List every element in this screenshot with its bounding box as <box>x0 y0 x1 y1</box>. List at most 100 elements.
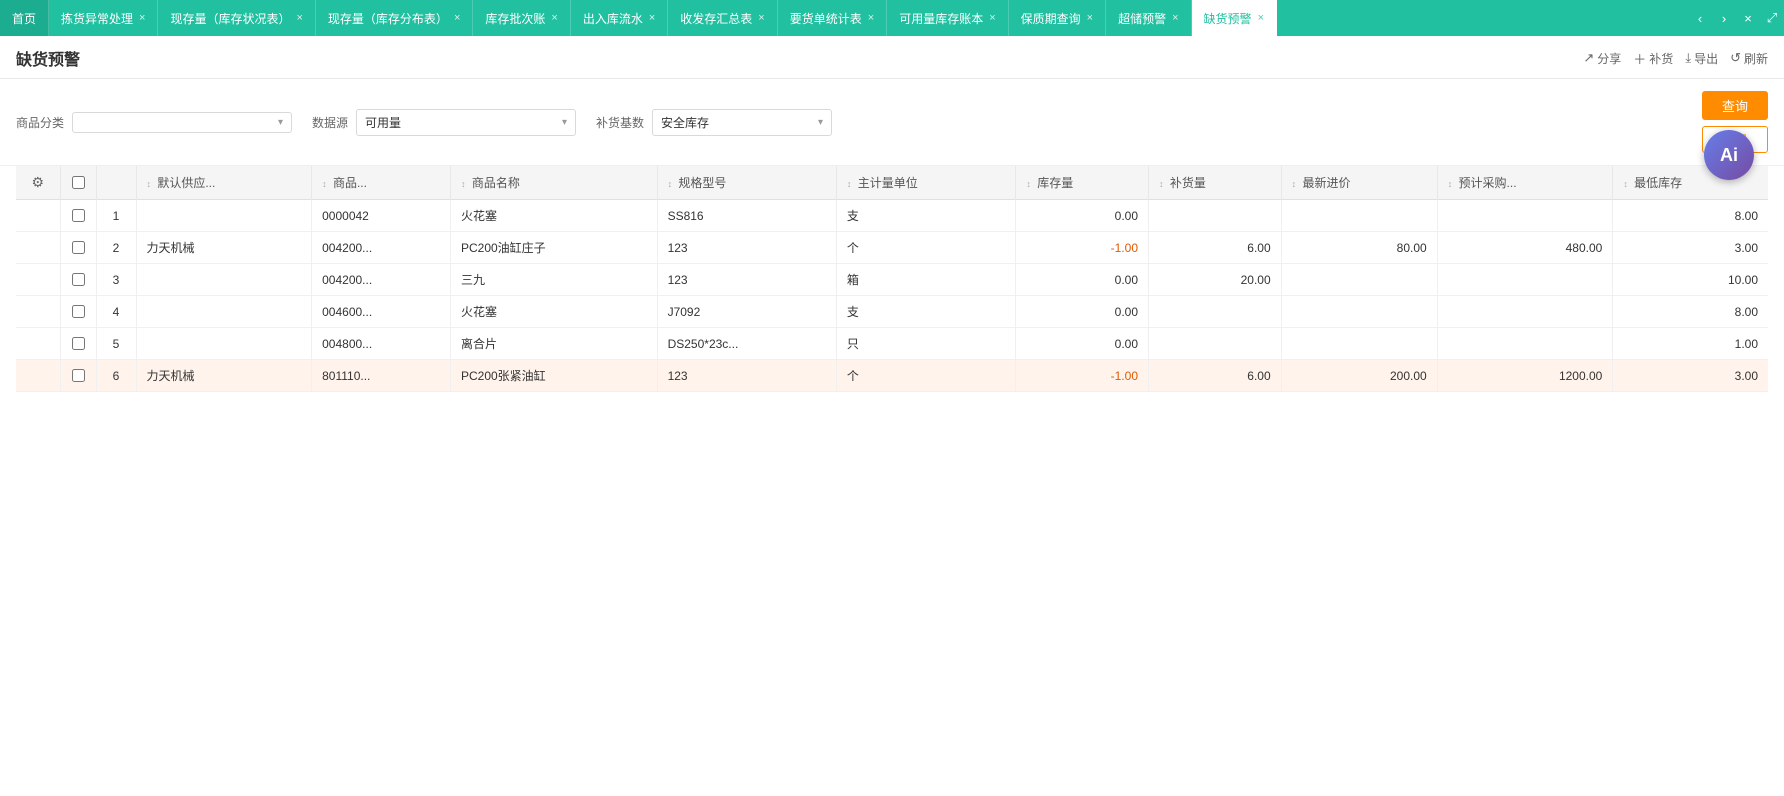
tab-close-inventory-status[interactable]: × <box>296 12 302 24</box>
category-filter-group: 商品分类 ▾ <box>16 112 292 133</box>
query-button[interactable]: 查询 <box>1702 91 1768 120</box>
cell-checkbox-0 <box>60 200 96 232</box>
datasource-filter-label: 数据源 <box>312 114 348 131</box>
cell-settings-5 <box>16 360 60 392</box>
row-checkbox-1[interactable] <box>72 241 85 254</box>
cell-replenish-qty-0 <box>1149 200 1282 232</box>
tab-close-req-stats[interactable]: × <box>868 12 874 24</box>
row-checkbox-3[interactable] <box>72 305 85 318</box>
cell-supplier-2 <box>136 264 312 296</box>
page-content: 缺货预警 ↗ 分享 ＋ 补货 ⤓ 导出 ↺ 刷新 商品分类 <box>0 36 1784 796</box>
col-unit-header[interactable]: 主计量单位 <box>836 166 1016 200</box>
col-spec-header[interactable]: 规格型号 <box>657 166 836 200</box>
cell-supplier-3 <box>136 296 312 328</box>
cell-checkbox-2 <box>60 264 96 296</box>
tab-close-expiry-query[interactable]: × <box>1087 12 1093 24</box>
cell-latest-price-0 <box>1281 200 1437 232</box>
tab-abnormal[interactable]: 拣货异常处理 × <box>49 0 158 36</box>
cell-stock-2: 0.00 <box>1016 264 1149 296</box>
col-supplier-header[interactable]: 默认供应... <box>136 166 312 200</box>
row-checkbox-4[interactable] <box>72 337 85 350</box>
cell-spec-3: J7092 <box>657 296 836 328</box>
tab-fullscreen-btn[interactable]: ⤢ <box>1760 0 1784 36</box>
row-checkbox-5[interactable] <box>72 369 85 382</box>
tab-shortage[interactable]: 缺货预警 × <box>1192 0 1277 36</box>
tab-prev-btn[interactable]: ‹ <box>1688 0 1712 36</box>
tab-recv-summary[interactable]: 收发存汇总表 × <box>668 0 777 36</box>
category-select[interactable]: ▾ <box>72 112 292 133</box>
row-checkbox-2[interactable] <box>72 273 85 286</box>
cell-unit-0: 支 <box>836 200 1016 232</box>
tab-close-available-ledger[interactable]: × <box>989 12 995 24</box>
select-all-checkbox[interactable] <box>72 176 85 189</box>
row-checkbox-0[interactable] <box>72 209 85 222</box>
tab-home[interactable]: 首页 <box>0 0 49 36</box>
cell-goods-code-3: 004600... <box>312 296 451 328</box>
col-replenish-qty-header[interactable]: 补货量 <box>1149 166 1282 200</box>
cell-no-3: 4 <box>96 296 136 328</box>
col-checkbox-header <box>60 166 96 200</box>
cell-est-purchase-0 <box>1437 200 1613 232</box>
cell-latest-price-5: 200.00 <box>1281 360 1437 392</box>
cell-latest-price-2 <box>1281 264 1437 296</box>
tab-close-abnormal[interactable]: × <box>139 12 145 24</box>
cell-no-4: 5 <box>96 328 136 360</box>
col-est-purchase-header[interactable]: 预计采购... <box>1437 166 1613 200</box>
replenish-icon: ＋ <box>1633 49 1646 68</box>
tab-inventory-dist[interactable]: 现存量（库存分布表） × <box>316 0 473 36</box>
cell-est-purchase-3 <box>1437 296 1613 328</box>
cell-min-stock-0: 8.00 <box>1613 200 1768 232</box>
export-icon: ⤓ <box>1685 50 1691 66</box>
cell-settings-0 <box>16 200 60 232</box>
cell-stock-1: -1.00 <box>1016 232 1149 264</box>
col-latest-price-header[interactable]: 最新进价 <box>1281 166 1437 200</box>
cell-settings-3 <box>16 296 60 328</box>
cell-unit-5: 个 <box>836 360 1016 392</box>
cell-est-purchase-2 <box>1437 264 1613 296</box>
tab-req-stats[interactable]: 要货单统计表 × <box>778 0 887 36</box>
export-button[interactable]: ⤓ 导出 <box>1685 50 1718 67</box>
col-goods-name-header[interactable]: 商品名称 <box>450 166 657 200</box>
tab-close-recv-summary[interactable]: × <box>758 12 764 24</box>
tab-close-all-btn[interactable]: × <box>1736 0 1760 36</box>
tab-overstock[interactable]: 超储预警 × <box>1106 0 1191 36</box>
cell-est-purchase-4 <box>1437 328 1613 360</box>
tab-close-inventory-dist[interactable]: × <box>454 12 460 24</box>
tab-close-inout-flow[interactable]: × <box>649 12 655 24</box>
col-stock-header[interactable]: 库存量 <box>1016 166 1149 200</box>
col-goods-code-header[interactable]: 商品... <box>312 166 451 200</box>
share-button[interactable]: ↗ 分享 <box>1583 50 1621 67</box>
cell-goods-name-0: 火花塞 <box>450 200 657 232</box>
cell-min-stock-5: 3.00 <box>1613 360 1768 392</box>
page-header: 缺货预警 ↗ 分享 ＋ 补货 ⤓ 导出 ↺ 刷新 <box>0 36 1784 79</box>
cell-unit-4: 只 <box>836 328 1016 360</box>
cell-no-5: 6 <box>96 360 136 392</box>
ai-assistant-badge[interactable]: Ai <box>1704 130 1754 180</box>
tab-next-btn[interactable]: › <box>1712 0 1736 36</box>
refresh-button[interactable]: ↺ 刷新 <box>1730 50 1768 67</box>
cell-supplier-0 <box>136 200 312 232</box>
table-row: 1 0000042 火花塞 SS816 支 0.00 8.00 <box>16 200 1768 232</box>
cell-latest-price-4 <box>1281 328 1437 360</box>
tab-close-shortage[interactable]: × <box>1258 12 1264 24</box>
tab-navigation: ‹ › × ⤢ <box>1688 0 1784 36</box>
replenish-base-label: 补货基数 <box>596 114 644 131</box>
tab-close-batch-account[interactable]: × <box>551 12 557 24</box>
cell-goods-name-3: 火花塞 <box>450 296 657 328</box>
tab-close-overstock[interactable]: × <box>1172 12 1178 24</box>
replenish-button[interactable]: ＋ 补货 <box>1633 49 1673 68</box>
tab-inout-flow[interactable]: 出入库流水 × <box>571 0 668 36</box>
tab-available-ledger[interactable]: 可用量库存账本 × <box>887 0 1008 36</box>
cell-goods-code-5: 801110... <box>312 360 451 392</box>
column-settings-icon[interactable]: ⚙ <box>31 174 44 190</box>
tab-batch-account[interactable]: 库存批次账 × <box>473 0 570 36</box>
cell-unit-2: 箱 <box>836 264 1016 296</box>
tab-inventory-status[interactable]: 现存量（库存状况表） × <box>158 0 315 36</box>
tab-expiry-query[interactable]: 保质期查询 × <box>1009 0 1106 36</box>
cell-no-1: 2 <box>96 232 136 264</box>
table-header-row: ⚙ 默认供应... 商品... 商品名称 <box>16 166 1768 200</box>
datasource-select[interactable]: 可用量 ▾ <box>356 109 576 136</box>
replenish-base-select[interactable]: 安全库存 ▾ <box>652 109 832 136</box>
table-body: 1 0000042 火花塞 SS816 支 0.00 8.00 2 力天机械 0… <box>16 200 1768 392</box>
cell-min-stock-2: 10.00 <box>1613 264 1768 296</box>
